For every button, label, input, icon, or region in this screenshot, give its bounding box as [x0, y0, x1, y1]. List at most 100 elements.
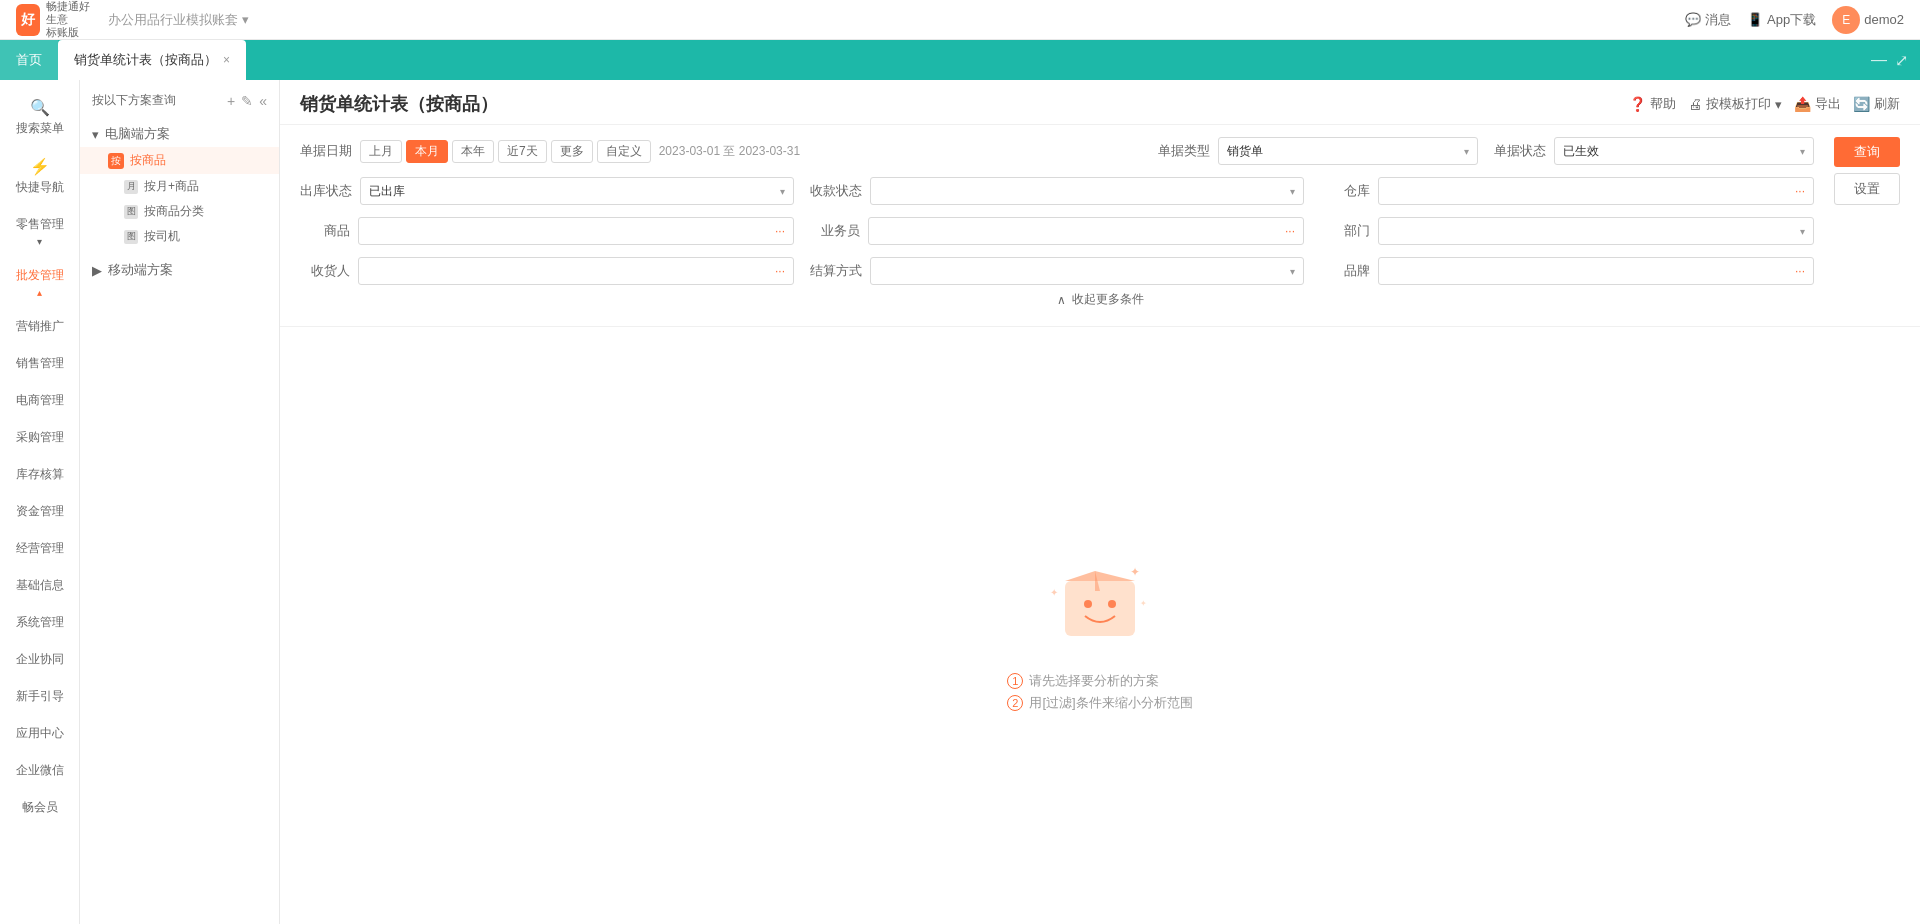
tab-active[interactable]: 销货单统计表（按商品） × [58, 40, 246, 80]
chevron-down-icon: ▾ [780, 186, 785, 197]
doc-type-filter: 单据类型 销货单 ▾ [1158, 137, 1478, 165]
tab-close-button[interactable]: × [223, 53, 230, 67]
action-buttons: 查询 设置 [1834, 137, 1900, 205]
sidebar-item-marketing[interactable]: 营销推广 [0, 308, 79, 345]
scheme-item-by-product[interactable]: 按 按商品 [80, 147, 279, 174]
refresh-button[interactable]: 🔄 刷新 [1853, 95, 1900, 113]
filter-sidebar: 按以下方案查询 + ✎ « ▾ 电脑端方案 按 按商品 月 按月 [80, 80, 280, 924]
outbound-select[interactable]: 已出库 ▾ [360, 177, 794, 205]
collapse-button[interactable]: ∧ 收起更多条件 [300, 285, 1900, 314]
tab-actions: — ⤢ [1871, 51, 1920, 70]
print-icon: 🖨 [1688, 96, 1702, 112]
staff-filter: 业务员 ··· [810, 217, 1304, 245]
dept-select[interactable]: ▾ [1378, 217, 1814, 245]
sidebar-item-search[interactable]: 🔍 搜索菜单 [0, 88, 79, 147]
sidebar-item-quicknav[interactable]: ⚡ 快捷导航 [0, 147, 79, 206]
collapse-sidebar-button[interactable]: « [259, 93, 267, 109]
settlement-select[interactable]: ▾ [870, 257, 1304, 285]
filter-row-2: 出库状态 已出库 ▾ 收款状态 ▾ [300, 177, 1814, 205]
mobile-scheme-header[interactable]: ▶ 移动端方案 [80, 257, 279, 283]
pc-scheme-header[interactable]: ▾ 电脑端方案 [80, 121, 279, 147]
sidebar-item-wechat[interactable]: 企业微信 [0, 752, 79, 789]
page-actions: ❓ 帮助 🖨 按模板打印 ▾ 📤 导出 🔄 刷新 [1629, 95, 1900, 113]
sidebar-item-operations[interactable]: 经营管理 [0, 530, 79, 567]
query-button[interactable]: 查询 [1834, 137, 1900, 167]
sidebar-item-inventory[interactable]: 库存核算 [0, 456, 79, 493]
export-icon: 📤 [1794, 96, 1811, 112]
chevron-right-icon: ▶ [92, 263, 102, 278]
date-btn-this-year[interactable]: 本年 [452, 140, 494, 163]
export-button[interactable]: 📤 导出 [1794, 95, 1841, 113]
chevron-down-icon: ▾ [1290, 266, 1295, 277]
doc-status-select[interactable]: 已生效 ▾ [1554, 137, 1814, 165]
scheme-item-category[interactable]: 图 按商品分类 [80, 199, 279, 224]
app-download-button[interactable]: 📱 App下载 [1747, 11, 1816, 29]
message-button[interactable]: 💬 消息 [1685, 11, 1731, 29]
svg-text:✦: ✦ [1050, 587, 1058, 598]
minimize-button[interactable]: — [1871, 51, 1887, 69]
date-range-display: 2023-03-01 至 2023-03-31 [659, 143, 800, 160]
chevron-down-icon: ▾ [1800, 226, 1805, 237]
outbound-filter: 出库状态 已出库 ▾ [300, 177, 794, 205]
doc-type-select[interactable]: 销货单 ▾ [1218, 137, 1478, 165]
sidebar-item-system[interactable]: 系统管理 [0, 604, 79, 641]
pc-scheme-group: ▾ 电脑端方案 按 按商品 月 按月+商品 图 按商品分类 图 按司机 [80, 117, 279, 253]
user-menu[interactable]: E demo2 [1832, 6, 1904, 34]
maximize-button[interactable]: ⤢ [1895, 51, 1908, 70]
add-scheme-button[interactable]: + [227, 93, 235, 109]
help-button[interactable]: ❓ 帮助 [1629, 95, 1676, 113]
product-select[interactable]: ··· [358, 217, 794, 245]
sidebar-item-sales[interactable]: 销售管理 [0, 345, 79, 382]
empty-step1: 1 请先选择要分析的方案 [1007, 672, 1192, 690]
app-logo: 好 畅捷通好生意 标账版 [16, 0, 96, 39]
sidebar-item-wholesale[interactable]: 批发管理 ▴ [0, 257, 79, 308]
date-btn-7days[interactable]: 近7天 [498, 140, 547, 163]
date-btn-this-month[interactable]: 本月 [406, 140, 448, 163]
scheme-icon: 图 [124, 205, 138, 219]
template-print-button[interactable]: 🖨 按模板打印 ▾ [1688, 95, 1782, 113]
chevron-down-icon: ▾ [92, 127, 99, 142]
product-filter: 商品 ··· [300, 217, 794, 245]
topbar-right: 💬 消息 📱 App下载 E demo2 [1685, 6, 1904, 34]
sidebar-item-member[interactable]: 畅会员 [0, 789, 79, 826]
chevron-down-icon: ▾ [1464, 146, 1469, 157]
date-filter: 单据日期 上月 本月 本年 近7天 更多 自定义 2023-03-01 至 20… [300, 140, 1142, 163]
message-icon: 💬 [1685, 12, 1701, 27]
sidebar-item-guide[interactable]: 新手引导 [0, 678, 79, 715]
date-btn-custom[interactable]: 自定义 [597, 140, 651, 163]
sidebar-item-collab[interactable]: 企业协同 [0, 641, 79, 678]
doc-status-filter: 单据状态 已生效 ▾ [1494, 137, 1814, 165]
edit-scheme-button[interactable]: ✎ [241, 93, 253, 109]
date-btn-last-month[interactable]: 上月 [360, 140, 402, 163]
scheme-item-driver[interactable]: 图 按司机 [80, 224, 279, 249]
staff-select[interactable]: ··· [868, 217, 1304, 245]
sidebar-item-purchase[interactable]: 采购管理 [0, 419, 79, 456]
payment-select[interactable]: ▾ [870, 177, 1304, 205]
warehouse-select[interactable]: ··· [1378, 177, 1814, 205]
topbar: 好 畅捷通好生意 标账版 办公用品行业模拟账套 ▾ 💬 消息 📱 App下载 E… [0, 0, 1920, 40]
filter-row-3: 商品 ··· 业务员 ··· [300, 217, 1814, 245]
sidebar-item-basic[interactable]: 基础信息 [0, 567, 79, 604]
scheme-item-month-product[interactable]: 月 按月+商品 [80, 174, 279, 199]
chevron-down-icon: ▾ [1775, 97, 1782, 112]
sidebar-item-ecommerce[interactable]: 电商管理 [0, 382, 79, 419]
date-btn-more[interactable]: 更多 [551, 140, 593, 163]
settings-button[interactable]: 设置 [1834, 173, 1900, 205]
quicknav-icon: ⚡ [30, 157, 50, 176]
brand-select[interactable]: ··· [1378, 257, 1814, 285]
logo-text: 畅捷通好生意 标账版 [46, 0, 96, 39]
empty-svg: ✦ ✦ ✦ [1040, 536, 1160, 656]
content-area: 按以下方案查询 + ✎ « ▾ 电脑端方案 按 按商品 月 按月 [80, 80, 1920, 924]
payment-filter: 收款状态 ▾ [810, 177, 1304, 205]
sidebar-item-appcenter[interactable]: 应用中心 [0, 715, 79, 752]
app-title[interactable]: 办公用品行业模拟账套 ▾ [108, 11, 1673, 29]
scheme-icon: 按 [108, 153, 124, 169]
sidebar-item-finance[interactable]: 资金管理 [0, 493, 79, 530]
sidebar-item-retail[interactable]: 零售管理 ▾ [0, 206, 79, 257]
mobile-scheme-group: ▶ 移动端方案 [80, 253, 279, 287]
recipient-select[interactable]: ··· [358, 257, 794, 285]
scheme-icon: 图 [124, 230, 138, 244]
chevron-down-icon: ▾ [1290, 186, 1295, 197]
empty-step2: 2 用[过滤]条件来缩小分析范围 [1007, 694, 1192, 712]
tab-home[interactable]: 首页 [0, 40, 58, 80]
